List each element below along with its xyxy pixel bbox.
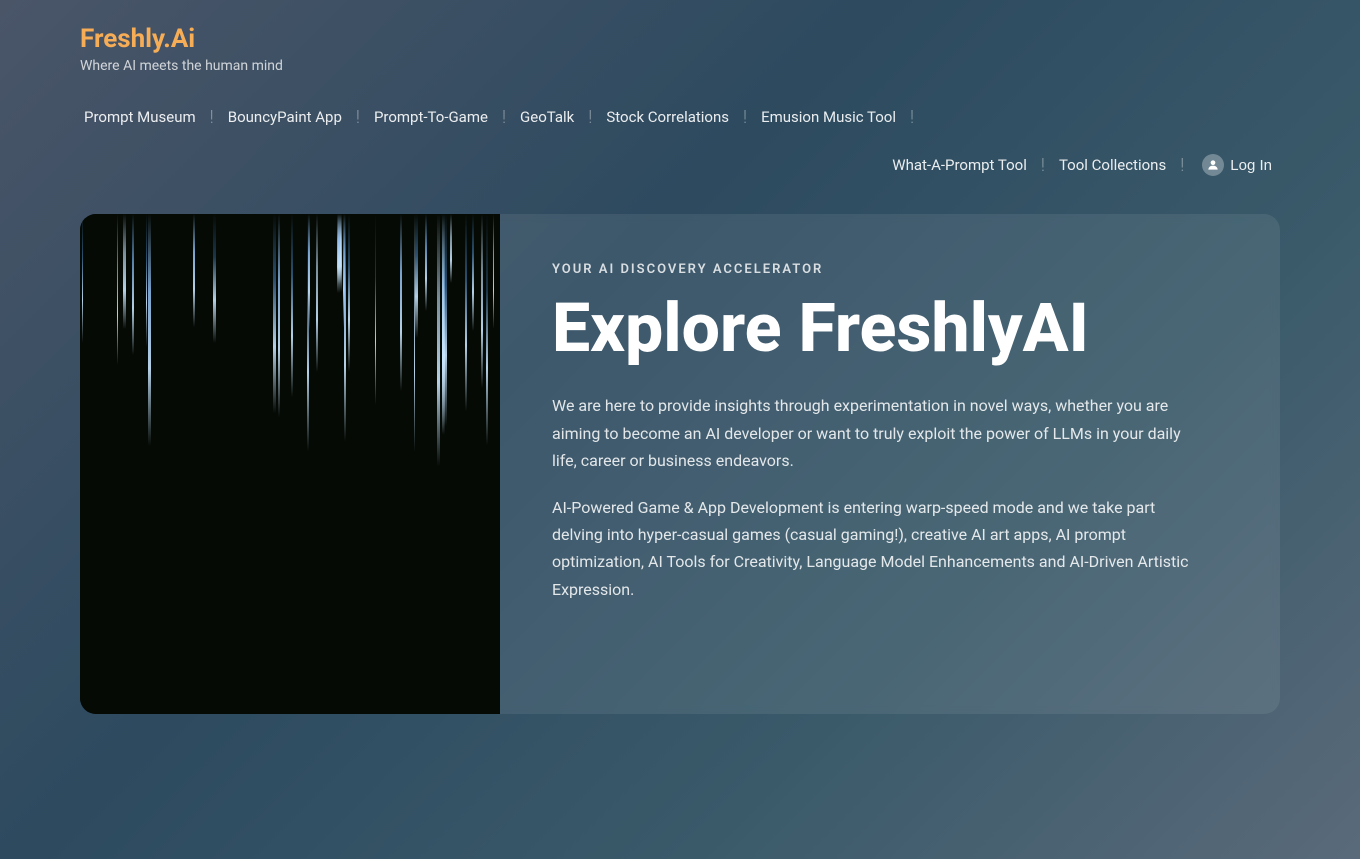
hero-paragraph-1: We are here to provide insights through … <box>552 392 1192 474</box>
header: Freshly.Ai Where AI meets the human mind <box>0 0 1360 90</box>
nav-emusion-music[interactable]: Emusion Music Tool <box>757 102 900 132</box>
nav-row-1: Prompt Museum ! BouncyPaint App ! Prompt… <box>80 90 1280 144</box>
user-icon <box>1202 154 1224 176</box>
nav-what-a-prompt[interactable]: What-A-Prompt Tool <box>888 150 1031 180</box>
hero-paragraph-2: AI-Powered Game & App Development is ent… <box>552 494 1192 603</box>
nav-sep-8: ! <box>1180 155 1184 176</box>
hero-eyebrow: YOUR AI DISCOVERY ACCELERATOR <box>552 262 1228 277</box>
nav-geotalk[interactable]: GeoTalk <box>516 102 578 132</box>
nav-sep-7: ! <box>1041 155 1045 176</box>
nav-sep-5: ! <box>743 107 747 128</box>
main-card: YOUR AI DISCOVERY ACCELERATOR Explore Fr… <box>80 214 1280 714</box>
login-button[interactable]: Log In <box>1194 148 1280 182</box>
nav-stock-correlations[interactable]: Stock Correlations <box>602 102 733 132</box>
nav-sep-3: ! <box>502 107 506 128</box>
hero-image-container <box>80 214 500 714</box>
nav-prompt-museum[interactable]: Prompt Museum <box>80 102 200 132</box>
nav-tool-collections[interactable]: Tool Collections <box>1055 150 1170 180</box>
hero-title: Explore FreshlyAI <box>552 293 1228 364</box>
nav-prompt-to-game[interactable]: Prompt-To-Game <box>370 102 492 132</box>
nav-row-2: What-A-Prompt Tool ! Tool Collections ! … <box>80 144 1280 194</box>
hero-image <box>80 214 500 714</box>
brand-subtitle: Where AI meets the human mind <box>80 58 1280 74</box>
nav-sep-1: ! <box>210 107 214 128</box>
login-label: Log In <box>1230 157 1272 174</box>
rain-animation <box>80 214 500 714</box>
brand-title[interactable]: Freshly.Ai <box>80 24 1280 54</box>
nav-sep-4: ! <box>588 107 592 128</box>
nav-bouncypaint[interactable]: BouncyPaint App <box>224 102 346 132</box>
nav-sep-6: ! <box>910 107 914 128</box>
hero-content: YOUR AI DISCOVERY ACCELERATOR Explore Fr… <box>500 214 1280 714</box>
navigation: Prompt Museum ! BouncyPaint App ! Prompt… <box>0 90 1360 194</box>
nav-sep-2: ! <box>356 107 360 128</box>
